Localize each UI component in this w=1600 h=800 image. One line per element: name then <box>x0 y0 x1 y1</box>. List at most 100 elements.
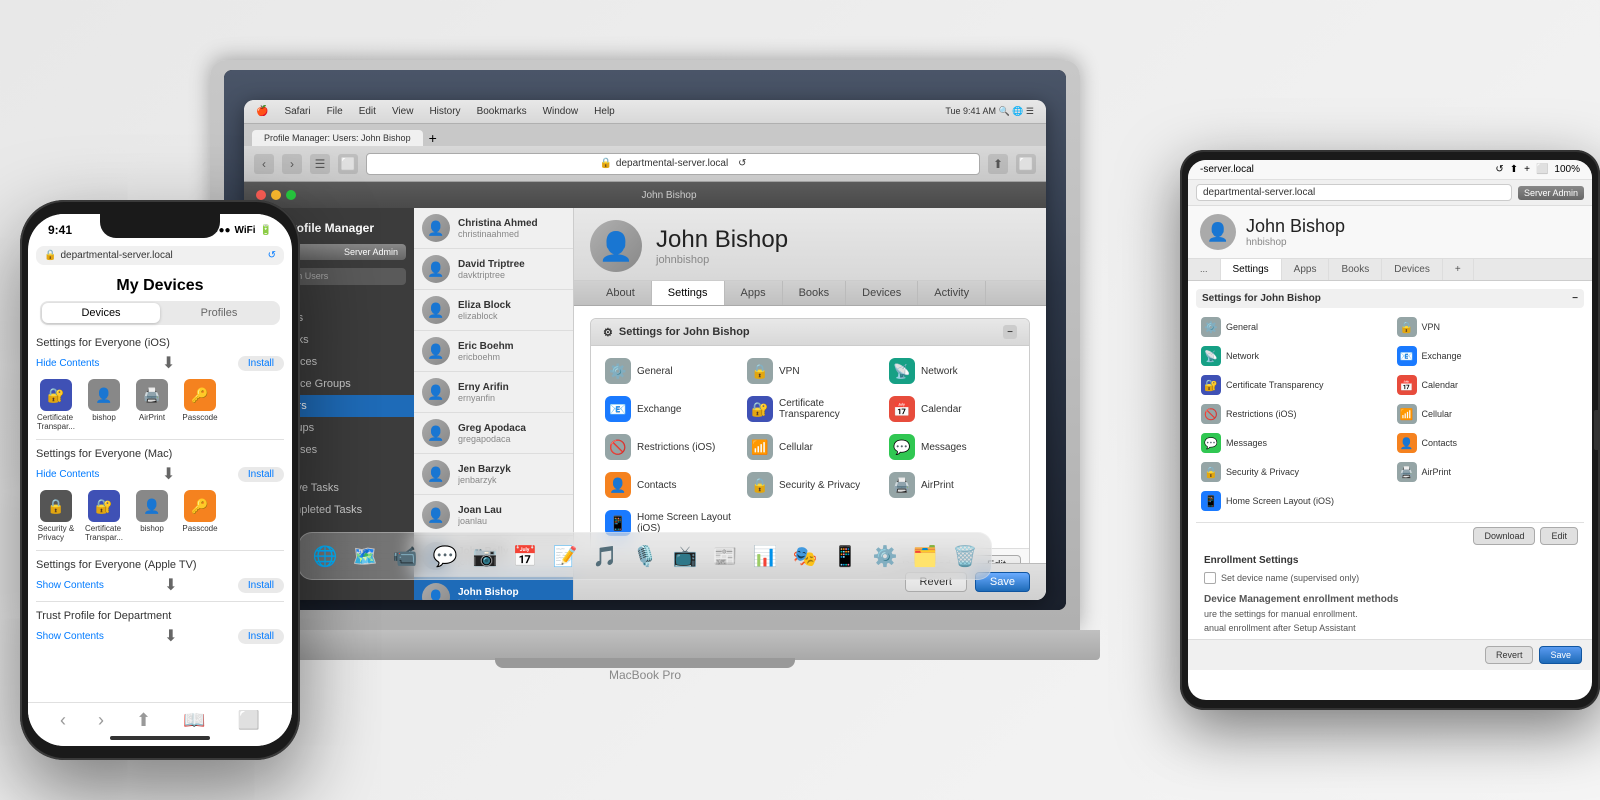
dock-icon-appstore[interactable]: 📱 <box>827 538 863 574</box>
safari-menu-file[interactable]: File <box>327 106 343 117</box>
pm-setting-vpn[interactable]: 🔒 VPN <box>741 354 879 388</box>
safari-share-btn[interactable]: ⬆ <box>988 154 1008 174</box>
ipad-setting-airprint[interactable]: 🖨️ AirPrint <box>1392 459 1585 485</box>
pm-tab-settings[interactable]: Settings <box>652 281 725 305</box>
pm-tab-devices[interactable]: Devices <box>846 281 918 305</box>
ipad-server-admin-btn[interactable]: Server Admin <box>1518 186 1584 200</box>
iphone-nav-tabs[interactable]: ⬜ <box>238 710 260 731</box>
ipad-address-bar[interactable]: departmental-server.local <box>1196 184 1512 201</box>
iphone-section-4-toggle[interactable]: Show Contents <box>36 629 104 644</box>
pm-setting-cellular[interactable]: 📶 Cellular <box>741 430 879 464</box>
pm-setting-messages[interactable]: 💬 Messages <box>883 430 1021 464</box>
apple-menu[interactable]: 🍎 <box>256 106 268 117</box>
pm-setting-contacts[interactable]: 👤 Contacts <box>599 468 737 502</box>
pm-user-davidtriptree[interactable]: 👤 David Triptree davktriptree <box>414 249 573 290</box>
iphone-section-2-download-icon[interactable]: ⬇ <box>162 464 175 484</box>
safari-back-btn[interactable]: ‹ <box>254 154 274 174</box>
dock-icon-compass[interactable]: 🌐 <box>307 538 343 574</box>
iphone-nav-share[interactable]: ⬆ <box>136 710 151 731</box>
ipad-setting-homescreen[interactable]: 📱 Home Screen Layout (iOS) <box>1196 488 1389 514</box>
ipad-save-btn[interactable]: Save <box>1539 646 1582 664</box>
ipad-tab-devices[interactable]: Devices <box>1382 259 1443 280</box>
pm-tab-apps[interactable]: Apps <box>725 281 783 305</box>
ipad-download-btn[interactable]: Download <box>1473 527 1535 545</box>
pm-user-ernyanfin[interactable]: 👤 Erny Arifin ernyanfin <box>414 372 573 413</box>
ipad-setting-calendar[interactable]: 📅 Calendar <box>1392 372 1585 398</box>
pm-tab-activity[interactable]: Activity <box>918 281 986 305</box>
pm-setting-general[interactable]: ⚙️ General <box>599 354 737 388</box>
dock-icon-notes[interactable]: 📝 <box>547 538 583 574</box>
ipad-setting-general[interactable]: ⚙️ General <box>1196 314 1389 340</box>
pm-setting-security-privacy[interactable]: 🔒 Security & Privacy <box>741 468 879 502</box>
safari-address-bar[interactable]: 🔒 departmental-server.local ↺ <box>366 153 980 175</box>
ipad-setting-cellular[interactable]: 📶 Cellular <box>1392 401 1585 427</box>
dock-icon-music[interactable]: 🎵 <box>587 538 623 574</box>
pm-setting-network[interactable]: 📡 Network <box>883 354 1021 388</box>
dock-icon-numbers[interactable]: 📊 <box>747 538 783 574</box>
ipad-enrollment-checkbox[interactable] <box>1204 572 1216 584</box>
ipad-tab-apps[interactable]: Apps <box>1282 259 1330 280</box>
safari-sidebar-btn[interactable]: ☰ <box>310 154 330 174</box>
pm-close-btn[interactable] <box>256 190 266 200</box>
safari-popup-btn[interactable]: ⬜ <box>1016 154 1036 174</box>
pm-setting-cert-transparency[interactable]: 🔐 Certificate Transparency <box>741 392 879 426</box>
ipad-setting-cert[interactable]: 🔐 Certificate Transparency <box>1196 372 1389 398</box>
dock-icon-podcasts[interactable]: 🎙️ <box>627 538 663 574</box>
iphone-section-4-download-icon[interactable]: ⬇ <box>164 626 177 646</box>
safari-menu-view[interactable]: View <box>392 106 414 117</box>
pm-setting-airprint[interactable]: 🖨️ AirPrint <box>883 468 1021 502</box>
safari-menu-edit[interactable]: Edit <box>359 106 376 117</box>
iphone-section-3-install-btn[interactable]: Install <box>238 578 284 593</box>
safari-refresh-icon[interactable]: ↺ <box>738 158 746 169</box>
ipad-setting-restrictions[interactable]: 🚫 Restrictions (iOS) <box>1196 401 1389 427</box>
ipad-tab-books[interactable]: Books <box>1329 259 1382 280</box>
iphone-section-2-install-btn[interactable]: Install <box>238 467 284 482</box>
pm-user-ericboehm[interactable]: 👤 Eric Boehm ericboehm <box>414 331 573 372</box>
pm-user-johnbishop[interactable]: 👤 John Bishop johnbishop <box>414 577 573 600</box>
iphone-section-1-install-btn[interactable]: Install <box>238 356 284 371</box>
ipad-setting-contacts[interactable]: 👤 Contacts <box>1392 430 1585 456</box>
pm-user-gregapodaca[interactable]: 👤 Greg Apodaca gregapodaca <box>414 413 573 454</box>
ipad-edit-btn[interactable]: Edit <box>1540 527 1578 545</box>
safari-tab-pm[interactable]: Profile Manager: Users: John Bishop <box>252 130 423 146</box>
iphone-nav-forward[interactable]: › <box>98 710 104 731</box>
iphone-section-3-toggle[interactable]: Show Contents <box>36 578 104 593</box>
ipad-tab-more[interactable]: + <box>1443 259 1474 280</box>
pm-setting-restrictions[interactable]: 🚫 Restrictions (iOS) <box>599 430 737 464</box>
ipad-settings-collapse-btn[interactable]: − <box>1572 293 1578 304</box>
dock-icon-keynote[interactable]: 🎭 <box>787 538 823 574</box>
safari-menu-safari[interactable]: Safari <box>284 106 310 117</box>
safari-menu-bookmarks[interactable]: Bookmarks <box>477 106 527 117</box>
iphone-tab-devices[interactable]: Devices <box>42 303 160 323</box>
ipad-setting-security[interactable]: 🔒 Security & Privacy <box>1196 459 1389 485</box>
safari-tab-view-btn[interactable]: ⬜ <box>338 154 358 174</box>
iphone-refresh-icon[interactable]: ↺ <box>268 250 276 261</box>
ipad-revert-btn[interactable]: Revert <box>1485 646 1534 664</box>
iphone-nav-back[interactable]: ‹ <box>60 710 66 731</box>
safari-menu-help[interactable]: Help <box>594 106 615 117</box>
dock-icon-news[interactable]: 📰 <box>707 538 743 574</box>
dock-icon-finder[interactable]: 🗂️ <box>907 538 943 574</box>
ipad-setting-vpn[interactable]: 🔒 VPN <box>1392 314 1585 340</box>
dock-icon-messages[interactable]: 💬 <box>427 538 463 574</box>
ipad-tab-settings[interactable]: Settings <box>1221 259 1282 280</box>
pm-setting-calendar[interactable]: 📅 Calendar <box>883 392 1021 426</box>
dock-icon-settings[interactable]: ⚙️ <box>867 538 903 574</box>
iphone-section-4-install-btn[interactable]: Install <box>238 629 284 644</box>
pm-user-christinaahmed[interactable]: 👤 Christina Ahmed christinaahmed <box>414 208 573 249</box>
iphone-section-3-download-icon[interactable]: ⬇ <box>164 575 177 595</box>
pm-tab-books[interactable]: Books <box>783 281 847 305</box>
safari-menu-window[interactable]: Window <box>543 106 579 117</box>
dock-icon-facetime[interactable]: 📹 <box>387 538 423 574</box>
pm-user-jenbarzyk[interactable]: 👤 Jen Barzyk jenbarzyk <box>414 454 573 495</box>
pm-settings-collapse-btn[interactable]: − <box>1003 325 1017 339</box>
dock-icon-tv[interactable]: 📺 <box>667 538 703 574</box>
safari-new-tab-btn[interactable]: + <box>429 130 437 146</box>
iphone-section-2-toggle[interactable]: Hide Contents <box>36 467 99 482</box>
ipad-setting-exchange[interactable]: 📧 Exchange <box>1392 343 1585 369</box>
pm-minimize-btn[interactable] <box>271 190 281 200</box>
iphone-section-1-toggle[interactable]: Hide Contents <box>36 356 99 371</box>
dock-icon-maps[interactable]: 🗺️ <box>347 538 383 574</box>
dock-icon-trash[interactable]: 🗑️ <box>947 538 983 574</box>
pm-maximize-btn[interactable] <box>286 190 296 200</box>
